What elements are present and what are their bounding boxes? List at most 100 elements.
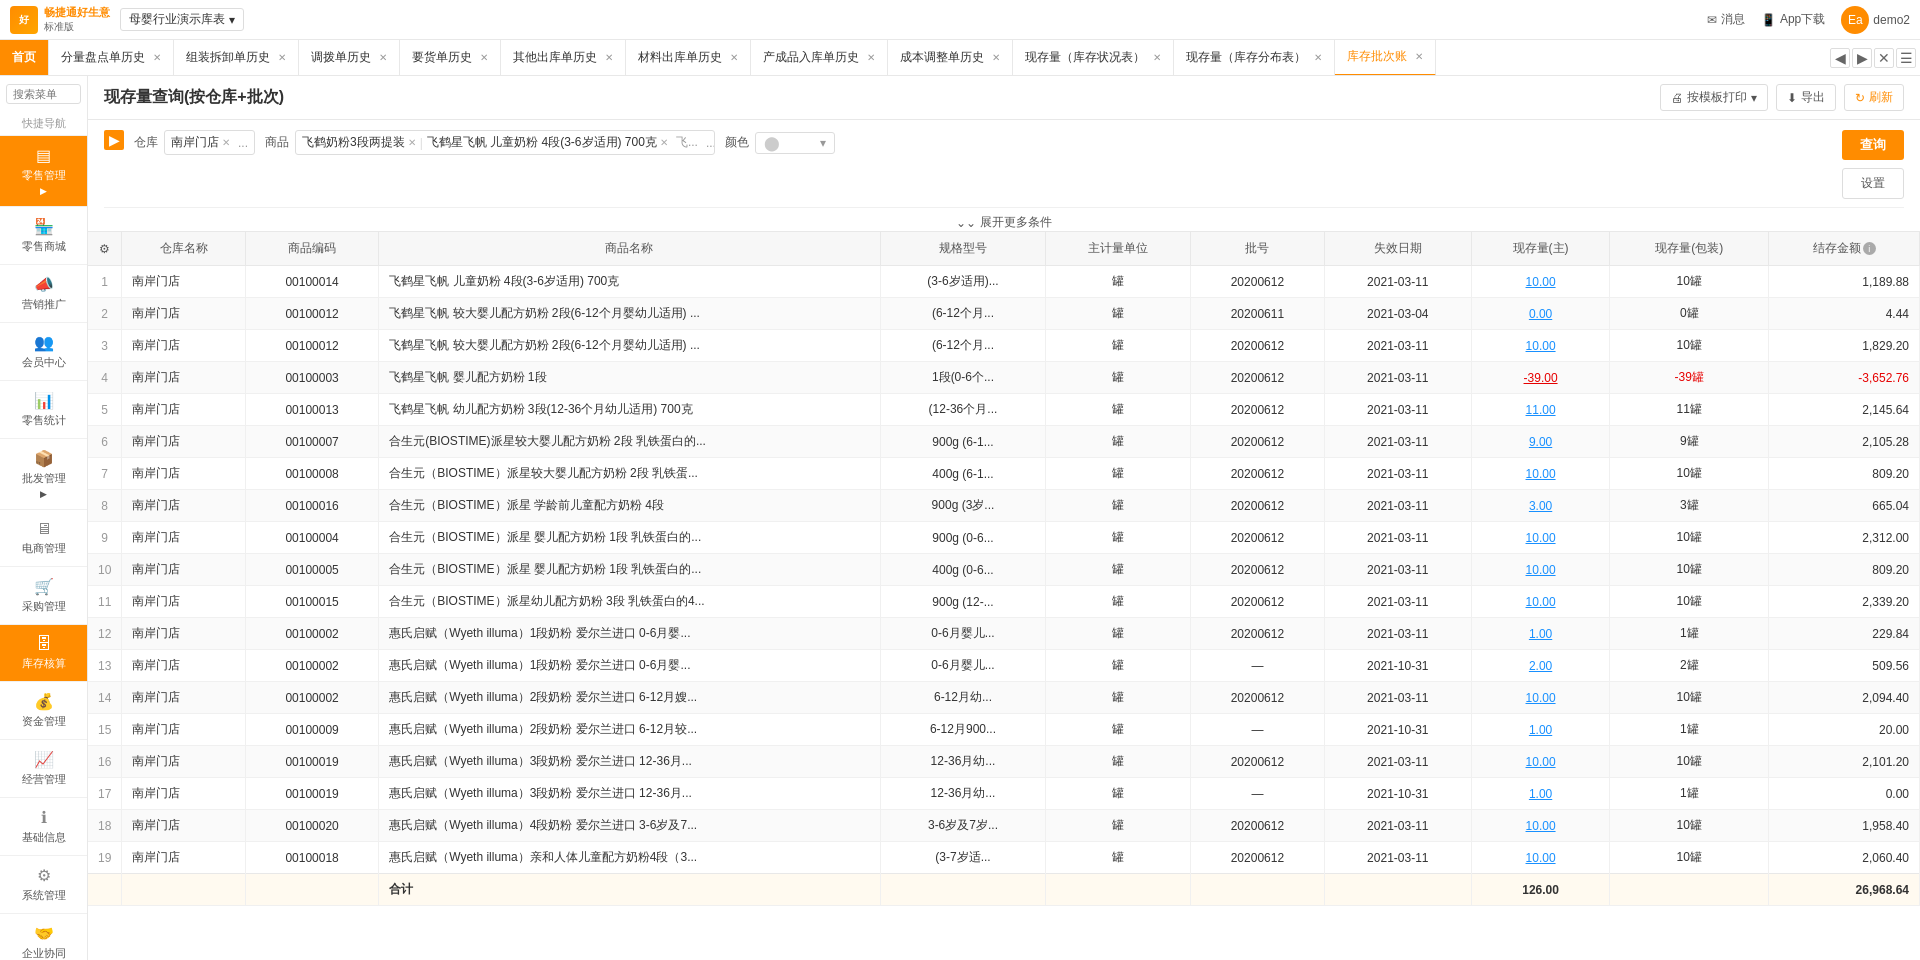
qty-main-link[interactable]: 0.00 [1529,307,1552,321]
sidebar-item-basic[interactable]: ℹ 基础信息 [0,798,87,856]
close-icon[interactable]: ✕ [992,52,1000,63]
qty-main-link[interactable]: 10.00 [1526,819,1556,833]
sidebar-item-wholesale[interactable]: 📦 批发管理 ▶ [0,439,87,510]
cell-code: 00100007 [245,426,378,458]
close-icon[interactable]: ✕ [1415,51,1423,62]
qty-main-link[interactable]: 1.00 [1529,723,1552,737]
warehouse-input[interactable]: 南岸门店 ✕ ... [164,130,255,155]
cell-unit: 罐 [1046,650,1191,682]
sidebar-item-finance[interactable]: 💰 资金管理 [0,682,87,740]
tab-yaohuo[interactable]: 要货单历史 ✕ [400,40,501,76]
tab-kucun2[interactable]: 现存量（库存分布表） ✕ [1174,40,1335,76]
search-button[interactable]: 查询 [1842,130,1904,160]
setting-button[interactable]: 设置 [1842,168,1904,199]
message-btn[interactable]: ✉ 消息 [1707,11,1745,28]
goods-more-btn[interactable]: ... [706,136,715,150]
qty-main-link[interactable]: 11.00 [1526,403,1556,417]
qty-main-link[interactable]: 10.00 [1526,755,1556,769]
qty-main-link[interactable]: 3.00 [1529,499,1552,513]
goods-ellipsis-btn[interactable]: 飞... [676,134,698,151]
table-row: 10 南岸门店 00100005 合生元（BIOSTIME）派星 婴儿配方奶粉 … [88,554,1920,586]
nav-close-icon[interactable]: ✕ [1874,48,1894,68]
close-icon[interactable]: ✕ [605,52,613,63]
sidebar-item-retail[interactable]: ▤ 零售管理 ▶ [0,136,87,207]
close-icon[interactable]: ✕ [379,52,387,63]
close-icon[interactable]: ✕ [1314,52,1322,63]
user-area[interactable]: Ea demo2 [1841,6,1910,34]
cell-qty-pkg: 10罐 [1610,522,1769,554]
tab-chengpin[interactable]: 产成品入库单历史 ✕ [751,40,888,76]
qty-main-link[interactable]: 10.00 [1526,563,1556,577]
tab-cailiao[interactable]: 材料出库单历史 ✕ [626,40,751,76]
tab-kucun1[interactable]: 现存量（库存状况表） ✕ [1013,40,1174,76]
qty-main-link[interactable]: 10.00 [1526,851,1556,865]
qty-main-link[interactable]: 10.00 [1526,595,1556,609]
tab-qita[interactable]: 其他出库单历史 ✕ [501,40,626,76]
app-download-btn[interactable]: 📱 App下载 [1761,11,1825,28]
qty-main-link[interactable]: 10.00 [1526,275,1556,289]
export-button[interactable]: ⬇ 导出 [1776,84,1836,111]
qty-main-link[interactable]: 1.00 [1529,787,1552,801]
cell-batch: 20200611 [1191,298,1324,330]
nav-prev-arrow[interactable]: ◀ [1830,48,1850,68]
industry-select[interactable]: 母婴行业演示库表 ▾ [120,8,244,31]
tab-home[interactable]: 首页 [0,40,49,76]
tab-fenliang[interactable]: 分量盘点单历史 ✕ [49,40,174,76]
sidebar-item-purchase[interactable]: 🛒 采购管理 [0,567,87,625]
tab-kucun3[interactable]: 库存批次账 ✕ [1335,40,1436,76]
tab-zuzhuang[interactable]: 组装拆卸单历史 ✕ [174,40,299,76]
goods-input[interactable]: 飞鹤奶粉3段两提装 ✕ | 飞鹤星飞帆 儿童奶粉 4段(3-6岁适用) 700克… [295,130,715,155]
cell-name: 合生元（BIOSTIME）派星幼儿配方奶粉 3段 乳铁蛋白的4... [379,586,881,618]
sidebar-item-system[interactable]: ⚙ 系统管理 [0,856,87,914]
goods-close-icon-2[interactable]: ✕ [660,137,668,148]
cell-batch: 20200612 [1191,394,1324,426]
search-input[interactable] [6,84,81,104]
cell-no: 14 [88,682,122,714]
sidebar-item-collab[interactable]: 🤝 企业协同 [0,914,87,960]
close-icon[interactable]: ✕ [867,52,875,63]
warehouse-close-icon[interactable]: ✕ [222,137,230,148]
nav-menu-icon[interactable]: ☰ [1896,48,1916,68]
close-icon[interactable]: ✕ [480,52,488,63]
cell-no: 19 [88,842,122,874]
nav-next-arrow[interactable]: ▶ [1852,48,1872,68]
page-actions: 🖨 按模板打印 ▾ ⬇ 导出 ↻ 刷新 [1660,84,1904,111]
sidebar-item-inventory[interactable]: 🗄 库存核算 [0,625,87,682]
close-icon[interactable]: ✕ [278,52,286,63]
tab-chengben[interactable]: 成本调整单历史 ✕ [888,40,1013,76]
goods-close-icon-1[interactable]: ✕ [408,137,416,148]
qty-main-link[interactable]: 1.00 [1529,627,1552,641]
expand-more-btn[interactable]: ⌄⌄ 展开更多条件 [104,207,1904,231]
ellipsis-btn[interactable]: ... [238,136,248,150]
filter-expand-btn[interactable]: ▶ [104,130,124,150]
member-icon: 👥 [34,333,54,352]
cell-code: 00100020 [245,810,378,842]
close-icon[interactable]: ✕ [153,52,161,63]
close-icon[interactable]: ✕ [730,52,738,63]
qty-main-link[interactable]: 10.00 [1526,467,1556,481]
sidebar-item-ops[interactable]: 📈 经营管理 [0,740,87,798]
sidebar-item-marketing[interactable]: 📣 营销推广 [0,265,87,323]
qty-main-link[interactable]: 10.00 [1526,339,1556,353]
qty-main-link[interactable]: 2.00 [1529,659,1552,673]
cell-warehouse: 南岸门店 [122,394,246,426]
sidebar-item-ecommerce[interactable]: 🖥 电商管理 [0,510,87,567]
refresh-button[interactable]: ↻ 刷新 [1844,84,1904,111]
qty-main-link[interactable]: 9.00 [1529,435,1552,449]
page-content: 现存量查询(按仓库+批次) 🖨 按模板打印 ▾ ⬇ 导出 ↻ 刷新 [88,76,1920,960]
qty-main-link[interactable]: 10.00 [1526,531,1556,545]
qty-main-link[interactable]: -39.00 [1524,371,1558,385]
sidebar-item-shop[interactable]: 🏪 零售商城 [0,207,87,265]
cell-batch: 20200612 [1191,586,1324,618]
sidebar-item-stats[interactable]: 📊 零售统计 [0,381,87,439]
sidebar-item-member[interactable]: 👥 会员中心 [0,323,87,381]
th-settings[interactable]: ⚙ [88,232,122,266]
nav-arrows: ◀ ▶ ✕ ☰ [1826,48,1920,68]
info-icon[interactable]: i [1863,242,1876,255]
qty-main-link[interactable]: 10.00 [1526,691,1556,705]
color-input[interactable]: ⬤ ▾ [755,132,835,154]
close-icon[interactable]: ✕ [1153,52,1161,63]
cell-amount: 2,145.64 [1769,394,1920,426]
tab-diaob[interactable]: 调拨单历史 ✕ [299,40,400,76]
print-button[interactable]: 🖨 按模板打印 ▾ [1660,84,1768,111]
